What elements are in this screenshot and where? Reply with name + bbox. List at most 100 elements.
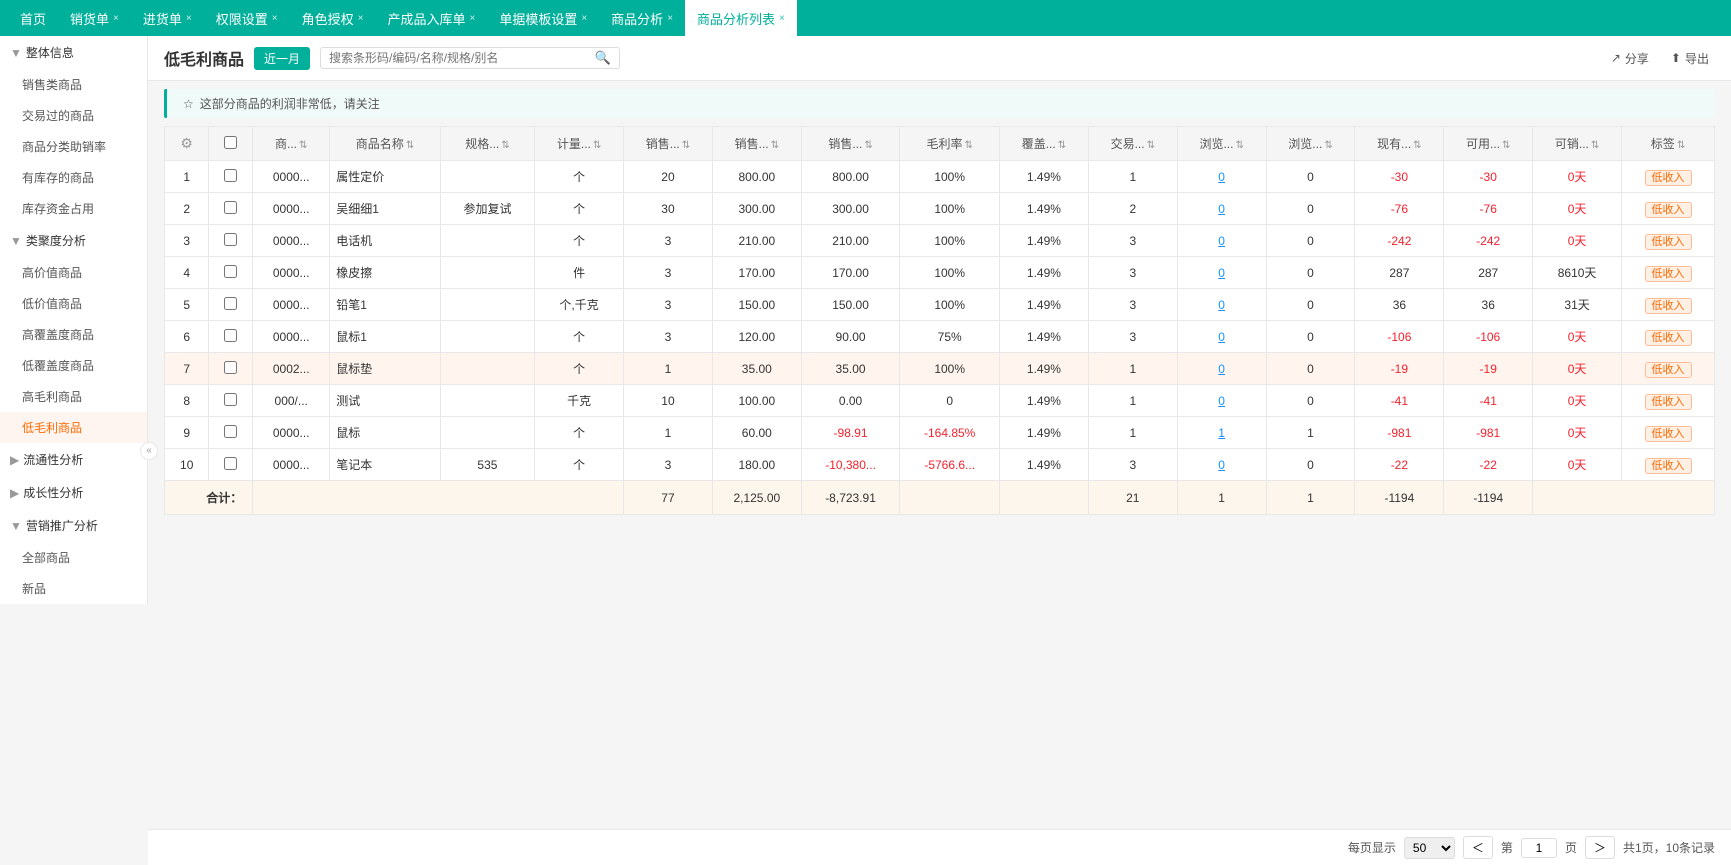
col-views1[interactable]: 浏览...⇅: [1177, 127, 1266, 161]
sidebar-section-marketing[interactable]: ▼ 营销推广分析: [0, 509, 147, 542]
row-views1[interactable]: 0: [1177, 193, 1266, 225]
col-available[interactable]: 可用...⇅: [1444, 127, 1533, 161]
row-unit: 个: [535, 193, 624, 225]
sidebar-item-high-value[interactable]: 高价值商品: [0, 257, 147, 288]
col-sales-amount[interactable]: 销售...⇅: [712, 127, 801, 161]
close-icon[interactable]: ×: [358, 13, 364, 24]
sidebar-item-stock-capital[interactable]: 库存资金占用: [0, 193, 147, 224]
sidebar-item-high-margin[interactable]: 高毛利商品: [0, 381, 147, 412]
col-sales-profit[interactable]: 销售...⇅: [801, 127, 900, 161]
col-trade-count[interactable]: 交易...⇅: [1088, 127, 1177, 161]
nav-template-settings[interactable]: 单据模板设置 ×: [487, 0, 599, 36]
sidebar-item-in-stock[interactable]: 有库存的商品: [0, 162, 147, 193]
row-checkbox[interactable]: [224, 201, 237, 214]
row-coverage: 1.49%: [1000, 353, 1089, 385]
close-icon[interactable]: ×: [667, 13, 673, 24]
page-size-select[interactable]: 50 100: [1404, 837, 1455, 859]
row-code: 0000...: [253, 193, 330, 225]
search-input[interactable]: [329, 51, 595, 65]
row-checkbox[interactable]: [224, 393, 237, 406]
row-views1[interactable]: 0: [1177, 257, 1266, 289]
row-views1[interactable]: 0: [1177, 385, 1266, 417]
col-settings[interactable]: ⚙: [165, 127, 209, 161]
col-tag[interactable]: 标签⇅: [1622, 127, 1715, 161]
sidebar-item-traded-goods[interactable]: 交易过的商品: [0, 100, 147, 131]
row-views1[interactable]: 0: [1177, 161, 1266, 193]
close-icon[interactable]: ×: [469, 13, 475, 24]
col-name[interactable]: 商品名称⇅: [330, 127, 441, 161]
close-icon[interactable]: ×: [272, 13, 278, 24]
sidebar-item-low-coverage[interactable]: 低覆盖度商品: [0, 350, 147, 381]
share-button[interactable]: ↗ 分享: [1605, 47, 1655, 70]
export-button[interactable]: ⬆ 导出: [1665, 47, 1715, 70]
row-name: 电话机: [330, 225, 441, 257]
row-sales-qty: 3: [624, 321, 713, 353]
col-views2[interactable]: 浏览...⇅: [1266, 127, 1355, 161]
col-gross-margin[interactable]: 毛利率⇅: [900, 127, 1000, 161]
row-checkbox[interactable]: [224, 361, 237, 374]
row-tag: 低收入: [1622, 161, 1715, 193]
sidebar-item-sales-goods[interactable]: 销售类商品: [0, 69, 147, 100]
table-row: 10000...属性定价个20800.00800.00100%1.49%100-…: [165, 161, 1715, 193]
col-code[interactable]: 商...⇅: [253, 127, 330, 161]
prev-page-button[interactable]: ＜: [1463, 836, 1493, 859]
sidebar-collapse-btn[interactable]: «: [140, 442, 158, 460]
row-checkbox[interactable]: [224, 457, 237, 470]
nav-roles[interactable]: 角色授权 ×: [290, 0, 376, 36]
row-sales-qty: 1: [624, 417, 713, 449]
select-all-checkbox[interactable]: [224, 136, 237, 149]
sidebar-section-flow[interactable]: ▶ 流通性分析: [0, 443, 147, 476]
sidebar-section-growth[interactable]: ▶ 成长性分析: [0, 476, 147, 509]
nav-product-analysis[interactable]: 商品分析 ×: [599, 0, 685, 36]
col-checkbox[interactable]: [209, 127, 253, 161]
col-spec[interactable]: 规格...⇅: [440, 127, 534, 161]
row-current-stock: 287: [1355, 257, 1444, 289]
close-icon[interactable]: ×: [779, 13, 785, 24]
col-coverage[interactable]: 覆盖...⇅: [1000, 127, 1089, 161]
col-sales-qty[interactable]: 销售...⇅: [624, 127, 713, 161]
row-trade-count: 3: [1088, 257, 1177, 289]
sidebar-item-category-assist[interactable]: 商品分类助销率: [0, 131, 147, 162]
sidebar-item-low-margin[interactable]: 低毛利商品: [0, 412, 147, 443]
close-icon[interactable]: ×: [581, 13, 587, 24]
row-views1[interactable]: 0: [1177, 225, 1266, 257]
row-views1[interactable]: 0: [1177, 289, 1266, 321]
search-icon[interactable]: 🔍: [595, 50, 611, 66]
nav-sales[interactable]: 销货单 ×: [58, 0, 131, 36]
row-checkbox[interactable]: [224, 297, 237, 310]
row-current-stock: -242: [1355, 225, 1444, 257]
close-icon[interactable]: ×: [186, 13, 192, 24]
row-checkbox[interactable]: [224, 169, 237, 182]
row-checkbox[interactable]: [224, 329, 237, 342]
table-row: 60000...鼠标1个3120.0090.0075%1.49%300-106-…: [165, 321, 1715, 353]
row-checkbox[interactable]: [224, 425, 237, 438]
row-coverage: 1.49%: [1000, 385, 1089, 417]
row-spec: [440, 385, 534, 417]
sidebar-section-cluster[interactable]: ▼ 类聚度分析: [0, 224, 147, 257]
row-checkbox[interactable]: [224, 265, 237, 278]
page-number-input[interactable]: [1521, 838, 1557, 858]
nav-permissions[interactable]: 权限设置 ×: [204, 0, 290, 36]
col-unit[interactable]: 计量...⇅: [535, 127, 624, 161]
sidebar-item-low-value[interactable]: 低价值商品: [0, 288, 147, 319]
row-views1[interactable]: 0: [1177, 321, 1266, 353]
sidebar-item-high-coverage[interactable]: 高覆盖度商品: [0, 319, 147, 350]
sidebar-item-all-goods[interactable]: 全部商品: [0, 542, 147, 573]
sidebar-section-overall[interactable]: ▼ 整体信息: [0, 36, 147, 69]
row-views1[interactable]: 0: [1177, 353, 1266, 385]
col-current-stock[interactable]: 现有...⇅: [1355, 127, 1444, 161]
nav-home[interactable]: 首页: [8, 0, 58, 36]
row-sellable: 0天: [1533, 225, 1622, 257]
next-page-button[interactable]: ＞: [1585, 836, 1615, 859]
col-sellable[interactable]: 可销...⇅: [1533, 127, 1622, 161]
nav-product-analysis-list[interactable]: 商品分析列表 ×: [685, 0, 797, 36]
sidebar-item-new-goods[interactable]: 新品: [0, 573, 147, 604]
row-views1[interactable]: 1: [1177, 417, 1266, 449]
row-checkbox[interactable]: [224, 233, 237, 246]
close-icon[interactable]: ×: [113, 13, 119, 24]
header-actions: ↗ 分享 ⬆ 导出: [1605, 47, 1715, 70]
period-button[interactable]: 近一月: [254, 47, 310, 70]
nav-purchase[interactable]: 进货单 ×: [131, 0, 204, 36]
nav-product-entry[interactable]: 产成品入库单 ×: [375, 0, 487, 36]
row-views1[interactable]: 0: [1177, 449, 1266, 481]
